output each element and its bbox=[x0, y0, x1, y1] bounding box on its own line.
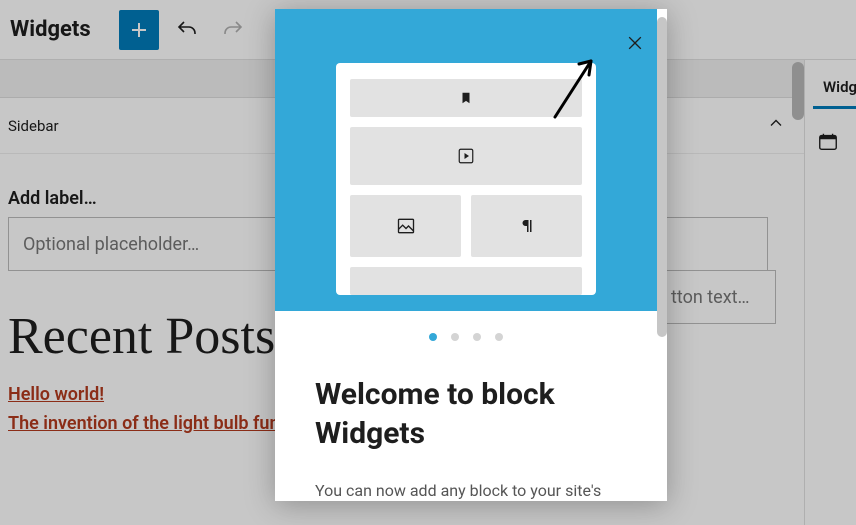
dot-3[interactable] bbox=[473, 333, 481, 341]
redo-icon bbox=[221, 18, 245, 42]
welcome-modal: Welcome to block Widgets You can now add… bbox=[275, 9, 667, 501]
tab-underline bbox=[813, 106, 856, 109]
dot-2[interactable] bbox=[451, 333, 459, 341]
undo-icon bbox=[175, 18, 199, 42]
redo-button[interactable] bbox=[215, 12, 251, 48]
welcome-modal-body: You can now add any block to your site's bbox=[315, 479, 625, 501]
scrollbar-thumb[interactable] bbox=[657, 17, 667, 337]
plus-icon bbox=[127, 18, 151, 42]
bookmark-icon bbox=[459, 90, 473, 106]
image-icon bbox=[396, 216, 416, 236]
inspector-tab-widgets[interactable]: Widgets bbox=[805, 60, 856, 106]
button-text-input[interactable]: tton text… bbox=[656, 270, 776, 324]
dot-4[interactable] bbox=[495, 333, 503, 341]
chevron-up-icon bbox=[766, 113, 786, 138]
calendar-icon[interactable] bbox=[817, 131, 856, 157]
page-title: Widgets bbox=[10, 17, 91, 42]
widget-area-title: Sidebar bbox=[8, 117, 59, 135]
close-icon bbox=[625, 33, 645, 53]
welcome-modal-title: Welcome to block Widgets bbox=[315, 375, 625, 453]
add-block-button[interactable] bbox=[119, 10, 159, 50]
close-button[interactable] bbox=[625, 33, 645, 58]
dot-1[interactable] bbox=[429, 333, 437, 341]
modal-scrollbar[interactable] bbox=[657, 9, 667, 501]
play-icon bbox=[457, 147, 475, 165]
arrow-icon bbox=[549, 53, 605, 123]
undo-button[interactable] bbox=[169, 12, 205, 48]
pagination-dots bbox=[275, 333, 657, 341]
paragraph-icon bbox=[518, 216, 536, 236]
inspector-sidebar: Widgets bbox=[804, 60, 856, 525]
